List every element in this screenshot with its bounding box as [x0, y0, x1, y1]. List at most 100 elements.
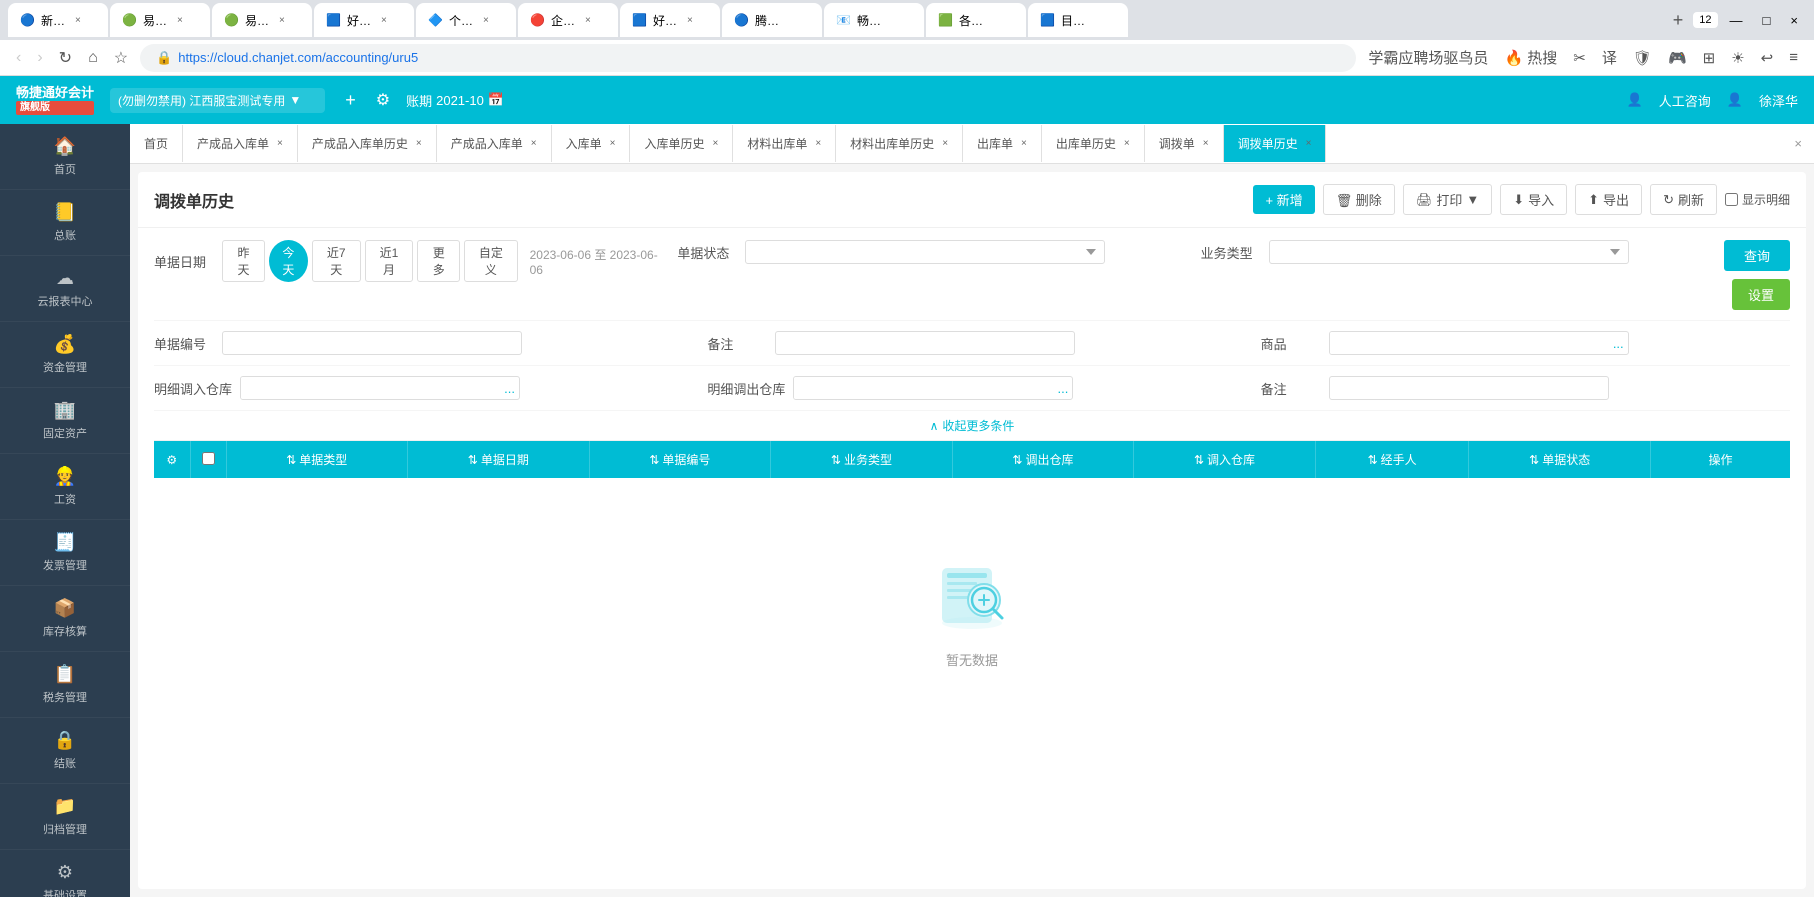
page-tab-in-order-close[interactable]: ×	[610, 138, 616, 149]
table-header-out-wh[interactable]: ⇅ 调出仓库	[952, 441, 1134, 478]
browser-tab-1[interactable]: 🔵 新… ×	[8, 3, 108, 37]
browser-tab-8[interactable]: 🔵 腾…	[722, 3, 822, 37]
sort-doc-type[interactable]: ⇅ 单据类型	[235, 451, 400, 468]
browser-tab-11[interactable]: 🟦 目…	[1028, 3, 1128, 37]
export-button[interactable]: ⬆ 导出	[1575, 184, 1642, 215]
page-tab-out-hist-close[interactable]: ×	[1124, 138, 1130, 149]
calendar-icon[interactable]: 📅	[488, 92, 504, 108]
tab-close-2[interactable]: ×	[177, 15, 183, 26]
company-selector[interactable]: (勿删勿禁用) 江西服宝测试专用 ▼	[110, 88, 325, 113]
doc-no-input[interactable]	[222, 331, 522, 355]
delete-button[interactable]: 🗑 删除	[1323, 184, 1395, 215]
browser-tab-6[interactable]: 🔴 企… ×	[518, 3, 618, 37]
import-button[interactable]: ⬇ 导入	[1500, 184, 1567, 215]
sidebar-item-tax[interactable]: 📋 税务管理	[0, 652, 130, 718]
refresh-button[interactable]: ↻	[55, 44, 76, 72]
scissors-icon[interactable]: ✂	[1569, 45, 1590, 71]
status-select[interactable]	[745, 240, 1105, 264]
new-tab-button[interactable]: +	[1667, 10, 1690, 31]
new-button[interactable]: + 新增	[1253, 185, 1314, 214]
biz-type-select[interactable]	[1269, 240, 1629, 264]
page-tab-prod-in-close[interactable]: ×	[277, 138, 283, 149]
page-tab-out-hist[interactable]: 出库单历史 ×	[1042, 125, 1145, 162]
sidebar-item-salary[interactable]: 👷 工资	[0, 454, 130, 520]
sidebar-item-funds[interactable]: 💰 资金管理	[0, 322, 130, 388]
table-checkbox-header[interactable]	[190, 441, 226, 478]
sidebar-item-reports[interactable]: ☁ 云报表中心	[0, 256, 130, 322]
query-button[interactable]: 查询	[1724, 240, 1790, 271]
url-bar[interactable]: 🔒 https://cloud.chanjet.com/accounting/u…	[140, 44, 1356, 72]
table-header-doc-status[interactable]: ⇅ 单据状态	[1469, 441, 1651, 478]
sort-biz-type[interactable]: ⇅ 业务类型	[779, 451, 944, 468]
page-tab-mat-out-hist-close[interactable]: ×	[942, 138, 948, 149]
browser-tab-4[interactable]: 🟦 好… ×	[314, 3, 414, 37]
gear-icon[interactable]: ⚙	[166, 453, 177, 467]
date-btn-yesterday[interactable]: 昨天	[222, 240, 265, 282]
date-btn-today[interactable]: 今天	[269, 240, 308, 282]
date-btn-1month[interactable]: 近1月	[365, 240, 414, 282]
home-button[interactable]: ⌂	[84, 45, 102, 71]
page-tab-mat-out[interactable]: 材料出库单 ×	[733, 125, 836, 162]
filter-settings-button[interactable]: 设置	[1732, 279, 1790, 310]
browser-tab-10[interactable]: 🟩 各…	[926, 3, 1026, 37]
out-warehouse-ellipsis-btn[interactable]: ...	[1054, 381, 1073, 396]
undo-icon[interactable]: ↩	[1757, 45, 1778, 71]
tab-close-4[interactable]: ×	[381, 15, 387, 26]
in-warehouse-input[interactable]	[241, 377, 500, 399]
browser-tab-3[interactable]: 🟢 易… ×	[212, 3, 312, 37]
display-cols-checkbox[interactable]: 显示明细	[1725, 191, 1790, 208]
page-tab-out-order-close[interactable]: ×	[1021, 138, 1027, 149]
bookmark-button[interactable]: ☆	[110, 44, 132, 72]
tab-close-7[interactable]: ×	[687, 15, 693, 26]
date-btn-more[interactable]: 更多	[417, 240, 460, 282]
sort-doc-no[interactable]: ⇅ 单据编号	[598, 451, 763, 468]
sidebar-item-invoice[interactable]: 🧾 发票管理	[0, 520, 130, 586]
page-tab-in-order[interactable]: 入库单 ×	[552, 125, 631, 162]
table-header-in-wh[interactable]: ⇅ 调入仓库	[1134, 441, 1316, 478]
browser-tab-2[interactable]: 🟢 易… ×	[110, 3, 210, 37]
translate-icon[interactable]: 译	[1598, 43, 1621, 72]
page-tab-transfer[interactable]: 调拨单 ×	[1145, 125, 1224, 162]
table-gear-header[interactable]: ⚙	[154, 441, 190, 478]
page-tab-prod-in2-close[interactable]: ×	[531, 138, 537, 149]
in-warehouse-ellipsis-btn[interactable]: ...	[500, 381, 519, 396]
browser-tab-5[interactable]: 🔷 个… ×	[416, 3, 516, 37]
sidebar-item-home[interactable]: 🏠 首页	[0, 124, 130, 190]
window-maximize-icon[interactable]: □	[1755, 13, 1779, 28]
remark-input[interactable]	[775, 331, 1075, 355]
page-tab-mat-out-close[interactable]: ×	[815, 138, 821, 149]
select-all-checkbox[interactable]	[202, 452, 215, 465]
page-tab-prod-in[interactable]: 产成品入库单 ×	[183, 125, 298, 162]
menu-icon[interactable]: ≡	[1785, 45, 1802, 70]
table-header-doc-no[interactable]: ⇅ 单据编号	[589, 441, 771, 478]
tab-close-5[interactable]: ×	[483, 15, 489, 26]
back-button[interactable]: ‹	[12, 45, 25, 71]
period-selector[interactable]: 账期 2021-10 📅	[406, 91, 504, 110]
extension-icon1[interactable]: 🛡	[1629, 45, 1656, 71]
refresh-button[interactable]: ↻ 刷新	[1650, 184, 1717, 215]
tab-close-1[interactable]: ×	[75, 15, 81, 26]
sort-in-wh[interactable]: ⇅ 调入仓库	[1142, 451, 1307, 468]
page-tab-prod-in-hist[interactable]: 产成品入库单历史 ×	[298, 125, 437, 162]
tab-close-6[interactable]: ×	[585, 15, 591, 26]
date-btn-custom[interactable]: 自定义	[464, 240, 517, 282]
out-warehouse-input[interactable]	[794, 377, 1053, 399]
browser-tab-9[interactable]: 📧 畅…	[824, 3, 924, 37]
table-header-doc-date[interactable]: ⇅ 单据日期	[408, 441, 590, 478]
sidebar-item-ledger[interactable]: 📒 总账	[0, 190, 130, 256]
goods-ellipsis-btn[interactable]: ...	[1609, 336, 1628, 351]
brightness-icon[interactable]: ☀	[1727, 45, 1748, 71]
tab-close-all-icon[interactable]: ×	[1782, 136, 1814, 151]
page-tab-home[interactable]: 首页	[130, 125, 183, 162]
add-company-button[interactable]: +	[341, 86, 360, 115]
page-tab-mat-out-hist[interactable]: 材料出库单历史 ×	[836, 125, 963, 162]
page-tab-transfer-hist[interactable]: 调拨单历史 ×	[1224, 125, 1327, 162]
table-header-biz-type[interactable]: ⇅ 业务类型	[771, 441, 953, 478]
backup-remark-input[interactable]	[1329, 376, 1609, 400]
goods-input[interactable]	[1330, 332, 1609, 354]
sidebar-item-settings[interactable]: ⚙ 基础设置	[0, 850, 130, 897]
page-tab-transfer-close[interactable]: ×	[1203, 138, 1209, 149]
settings-gear-icon[interactable]: ⚙	[376, 90, 390, 110]
page-tab-out-order[interactable]: 出库单 ×	[963, 125, 1042, 162]
sort-doc-date[interactable]: ⇅ 单据日期	[416, 451, 581, 468]
